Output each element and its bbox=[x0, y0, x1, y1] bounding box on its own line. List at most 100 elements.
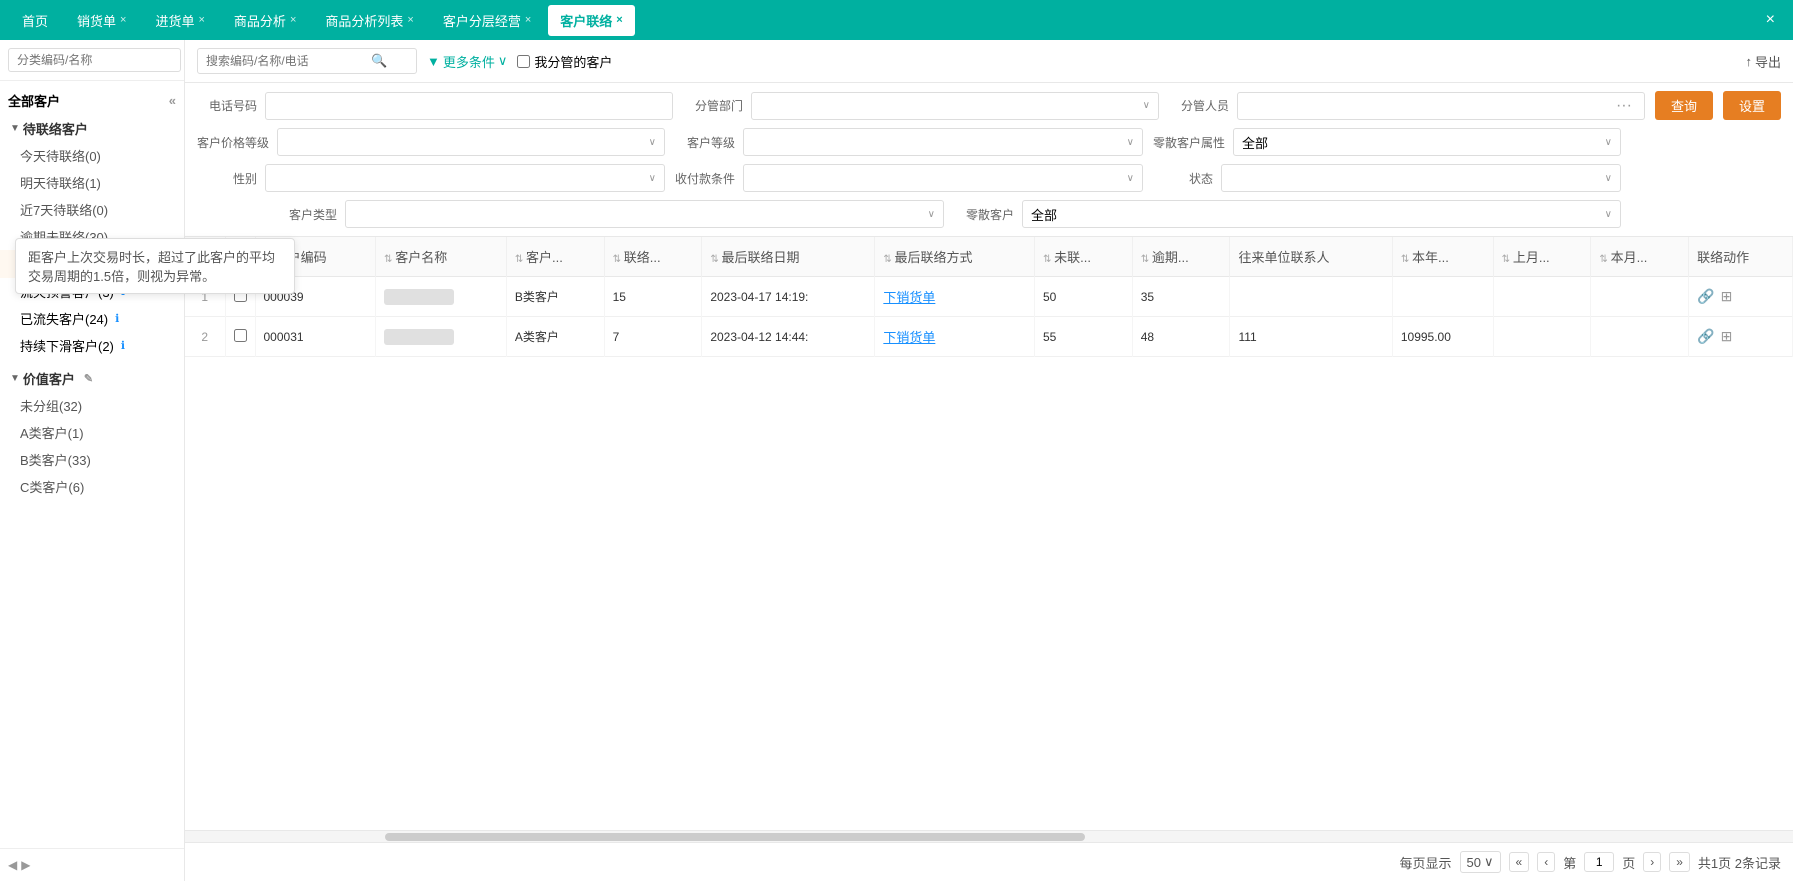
col-header-name[interactable]: 客户名称 bbox=[376, 237, 507, 277]
nav-tab-customer-contact[interactable]: 客户联络 × bbox=[548, 5, 634, 36]
row-2-last-contact-method[interactable]: 下销货单 bbox=[875, 317, 1035, 357]
page-number-input[interactable] bbox=[1584, 852, 1614, 872]
sidebar-collapse-btn[interactable]: « bbox=[169, 93, 176, 108]
continuous-drop-info-icon[interactable]: ℹ bbox=[121, 339, 125, 352]
customer-type-chevron-icon: ∨ bbox=[928, 209, 935, 220]
phone-field: 电话号码 bbox=[197, 92, 673, 120]
row-1-last-contact-method[interactable]: 下销货单 bbox=[875, 277, 1035, 317]
nav-tab-customer-seg[interactable]: 客户分层经营 × bbox=[431, 5, 543, 36]
continuous-drop-item[interactable]: 持续下滑客户(2) ℹ bbox=[0, 332, 184, 359]
page-size-selector[interactable]: 50 ∨ bbox=[1460, 851, 1501, 873]
col-header-type[interactable]: 客户... bbox=[506, 237, 604, 277]
status-select[interactable]: ∨ bbox=[1221, 164, 1621, 192]
row-2-link-icon[interactable]: 🔗 bbox=[1697, 328, 1714, 345]
filter-search-icon[interactable]: 🔍 bbox=[371, 53, 387, 69]
retail-customer-field: 零散客户 全部 ∨ bbox=[954, 200, 1621, 228]
nav-tab-purchase[interactable]: 进货单 × bbox=[143, 5, 216, 36]
row-2-unit-contact: 111 bbox=[1230, 317, 1392, 357]
already-lost-item[interactable]: 已流失客户(24) ℹ bbox=[0, 305, 184, 332]
first-page-btn[interactable]: « bbox=[1509, 852, 1530, 872]
row-1-grid-icon[interactable]: ⊞ bbox=[1721, 288, 1733, 305]
price-level-select[interactable]: ∨ bbox=[277, 128, 665, 156]
pending-contact-section[interactable]: ▼ 待联络客户 bbox=[0, 115, 184, 142]
classB-item[interactable]: B类客户(33) bbox=[0, 446, 184, 473]
window-close-btn[interactable]: × bbox=[1758, 7, 1783, 33]
sidebar-search-input[interactable] bbox=[8, 48, 181, 72]
col-header-uncontacted[interactable]: 未联... bbox=[1034, 237, 1132, 277]
nav-tab-sales[interactable]: 销货单 × bbox=[65, 5, 138, 36]
row-2-code: 000031 bbox=[255, 317, 376, 357]
value-customer-label: 价值客户 bbox=[23, 369, 75, 388]
col-header-overdue[interactable]: 逾期... bbox=[1132, 237, 1230, 277]
sidebar-next-btn[interactable]: ▶ bbox=[21, 858, 30, 872]
customer-level-select[interactable]: ∨ bbox=[743, 128, 1143, 156]
col-header-this-year[interactable]: 本年... bbox=[1392, 237, 1493, 277]
prev-page-btn[interactable]: ‹ bbox=[1537, 852, 1555, 872]
already-lost-info-icon[interactable]: ℹ bbox=[115, 312, 119, 325]
week-contact-item[interactable]: 近7天待联络(0) bbox=[0, 196, 184, 223]
classC-item[interactable]: C类客户(6) bbox=[0, 473, 184, 500]
close-customer-contact-tab[interactable]: × bbox=[616, 14, 622, 26]
col-header-last-contact-date[interactable]: 最后联络日期 bbox=[702, 237, 875, 277]
row-2-name-blurred bbox=[384, 329, 454, 345]
dept-select[interactable]: ∨ bbox=[751, 92, 1159, 120]
row-1-link-icon[interactable]: 🔗 bbox=[1697, 288, 1714, 305]
unclassified-item[interactable]: 未分组(32) bbox=[0, 392, 184, 419]
tomorrow-contact-item[interactable]: 明天待联络(1) bbox=[0, 169, 184, 196]
phone-label: 电话号码 bbox=[197, 97, 257, 114]
nav-tab-home[interactable]: 首页 bbox=[10, 5, 60, 36]
close-sales-tab[interactable]: × bbox=[120, 14, 126, 26]
my-customers-checkbox[interactable] bbox=[517, 55, 530, 68]
row-1-this-month bbox=[1591, 277, 1689, 317]
phone-input[interactable] bbox=[265, 92, 673, 120]
filter-row-1: 电话号码 分管部门 ∨ 分管人员 ··· 查 bbox=[197, 91, 1781, 120]
row-2-checkbox[interactable] bbox=[234, 329, 247, 342]
close-analysis-list-tab[interactable]: × bbox=[407, 14, 413, 26]
query-button[interactable]: 查询 bbox=[1655, 91, 1713, 120]
retail-customer-select[interactable]: 全部 ∨ bbox=[1022, 200, 1621, 228]
classA-item[interactable]: A类客户(1) bbox=[0, 419, 184, 446]
row-1-last-contact-date: 2023-04-17 14:19: bbox=[702, 277, 875, 317]
col-header-contact-count[interactable]: 联络... bbox=[604, 237, 702, 277]
row-2-grid-icon[interactable]: ⊞ bbox=[1721, 328, 1733, 345]
settings-button[interactable]: 设置 bbox=[1723, 91, 1781, 120]
row-checkbox-2[interactable] bbox=[225, 317, 255, 357]
nav-tab-analysis-list[interactable]: 商品分析列表 × bbox=[313, 5, 425, 36]
export-icon: ↑ bbox=[1745, 54, 1752, 69]
dept-label: 分管部门 bbox=[683, 97, 743, 114]
close-customer-seg-tab[interactable]: × bbox=[525, 14, 531, 26]
close-analysis-tab[interactable]: × bbox=[290, 14, 296, 26]
value-customer-section[interactable]: ▼ 价值客户 ✎ bbox=[0, 365, 184, 392]
more-conditions-btn[interactable]: ▼ 更多条件 ∨ bbox=[427, 52, 507, 71]
sidebar-prev-btn[interactable]: ◀ bbox=[8, 858, 17, 872]
row-1-overdue: 35 bbox=[1132, 277, 1230, 317]
filter-search-input[interactable] bbox=[206, 54, 366, 68]
row-1-name-blurred bbox=[384, 289, 454, 305]
payment-select[interactable]: ∨ bbox=[743, 164, 1143, 192]
gender-chevron-icon: ∨ bbox=[649, 173, 656, 184]
customer-type-select[interactable]: ∨ bbox=[345, 200, 944, 228]
page-size-label: 每页显示 bbox=[1400, 853, 1452, 872]
sidebar-tree: 全部客户 « ▼ 待联络客户 今天待联络(0) 明天待联络(1) 近7天待联络(… bbox=[0, 81, 184, 848]
main-layout: 🔍 全部客户 « ▼ 待联络客户 今天待联络(0) 明天待联络(1) 近7天待联… bbox=[0, 40, 1793, 881]
manager-select[interactable]: ··· bbox=[1237, 92, 1645, 120]
today-contact-item[interactable]: 今天待联络(0) bbox=[0, 142, 184, 169]
my-customers-checkbox-label[interactable]: 我分管的客户 bbox=[517, 52, 612, 71]
gender-select[interactable]: ∨ bbox=[265, 164, 665, 192]
edit-icon[interactable]: ✎ bbox=[84, 372, 93, 385]
col-header-last-month[interactable]: 上月... bbox=[1493, 237, 1591, 277]
row-1-contact-count: 15 bbox=[604, 277, 702, 317]
retail-attr-select[interactable]: 全部 ∨ bbox=[1233, 128, 1621, 156]
filter-rows-area: 电话号码 分管部门 ∨ 分管人员 ··· 查 bbox=[185, 83, 1793, 237]
close-purchase-tab[interactable]: × bbox=[198, 14, 204, 26]
col-header-this-month[interactable]: 本月... bbox=[1591, 237, 1689, 277]
export-btn[interactable]: ↑ 导出 bbox=[1745, 52, 1781, 71]
col-header-last-contact-method[interactable]: 最后联络方式 bbox=[875, 237, 1035, 277]
manager-dots-icon[interactable]: ··· bbox=[1612, 97, 1636, 115]
last-page-btn[interactable]: » bbox=[1669, 852, 1690, 872]
nav-tab-analysis[interactable]: 商品分析 × bbox=[222, 5, 308, 36]
status-label: 状态 bbox=[1153, 170, 1213, 187]
next-page-btn[interactable]: › bbox=[1643, 852, 1661, 872]
total-pages-label: 页 bbox=[1622, 853, 1635, 872]
horizontal-scrollbar[interactable] bbox=[385, 833, 1085, 841]
